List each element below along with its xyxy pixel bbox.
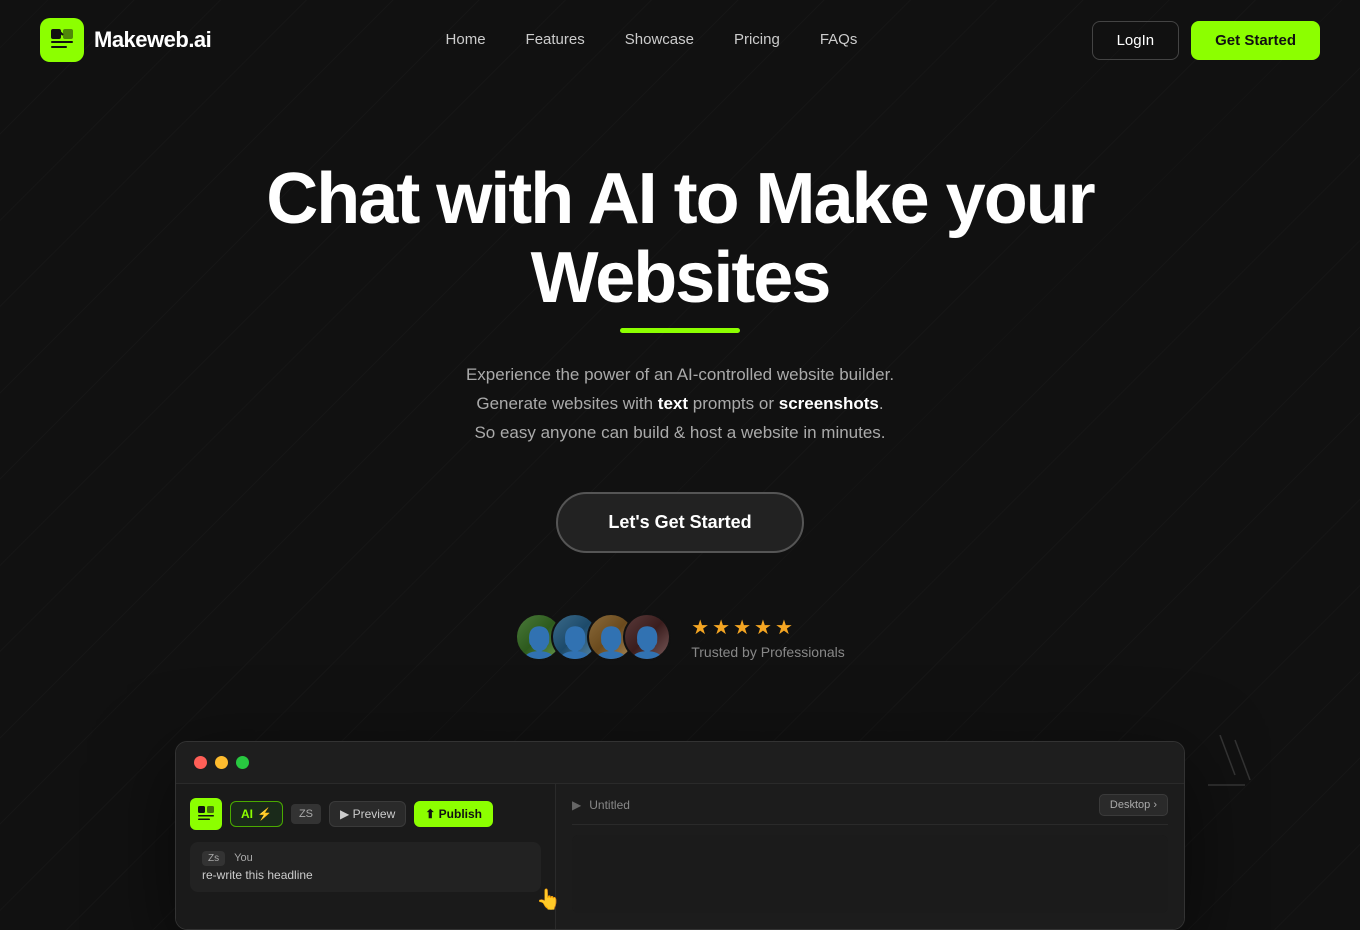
mockup-toolbar: AI ⚡ ZS ▶ Preview ⬆ Publish xyxy=(190,798,541,830)
window-minimize-dot xyxy=(215,756,228,769)
chat-area: Zs You re-write this headline 👆 xyxy=(190,842,541,892)
social-proof: ★ ★ ★ ★ ★ Trusted by Professionals xyxy=(515,613,845,661)
mockup-ai-btn[interactable]: AI ⚡ xyxy=(230,801,283,827)
mockup-content-area: AI ⚡ ZS ▶ Preview ⬆ Publish Zs You re-wr… xyxy=(176,784,1184,929)
star-rating: ★ ★ ★ ★ ★ xyxy=(691,615,845,640)
mockup-sidebar: AI ⚡ ZS ▶ Preview ⬆ Publish Zs You re-wr… xyxy=(176,784,556,929)
navbar: Makeweb.ai Home Features Showcase Pricin… xyxy=(0,0,1360,80)
nav-actions: LogIn Get Started xyxy=(1092,21,1320,60)
bold-screenshots: screenshots xyxy=(779,394,879,413)
star-5: ★ xyxy=(775,615,793,640)
trusted-text: Trusted by Professionals xyxy=(691,644,845,660)
star-2: ★ xyxy=(712,615,730,640)
chat-avatar-label: Zs You xyxy=(202,852,529,864)
title-underline xyxy=(620,328,740,333)
window-maximize-dot xyxy=(236,756,249,769)
preview-title-bar: ▶ Untitled xyxy=(572,798,630,812)
bold-text: text xyxy=(658,394,688,413)
nav-showcase[interactable]: Showcase xyxy=(625,31,694,48)
mockup-logo-btn xyxy=(190,798,222,830)
avatar-group xyxy=(515,613,671,661)
star-3: ★ xyxy=(733,615,751,640)
hero-subtitle: Experience the power of an AI-controlled… xyxy=(466,361,894,448)
brand-name: Makeweb.ai xyxy=(94,27,211,53)
deco-lines xyxy=(1180,735,1260,800)
logo-icon xyxy=(40,18,84,62)
nav-home[interactable]: Home xyxy=(446,31,486,48)
star-4: ★ xyxy=(754,615,772,640)
hero-title: Chat with AI to Make your Websites xyxy=(230,160,1130,333)
get-started-nav-button[interactable]: Get Started xyxy=(1191,21,1320,60)
avatar xyxy=(623,613,671,661)
rating-info: ★ ★ ★ ★ ★ Trusted by Professionals xyxy=(691,615,845,660)
star-1: ★ xyxy=(691,615,709,640)
cta-button[interactable]: Let's Get Started xyxy=(556,492,803,553)
cursor-hand-icon: 👆 xyxy=(536,887,561,912)
nav-features[interactable]: Features xyxy=(526,31,585,48)
window-close-dot xyxy=(194,756,207,769)
preview-desktop-btn[interactable]: Desktop › xyxy=(1099,794,1168,816)
chat-message: Zs You re-write this headline xyxy=(190,842,541,892)
nav-links: Home Features Showcase Pricing FAQs xyxy=(446,31,858,49)
logo-link[interactable]: Makeweb.ai xyxy=(40,18,211,62)
login-button[interactable]: LogIn xyxy=(1092,21,1180,60)
mockup-titlebar xyxy=(176,742,1184,784)
nav-faqs[interactable]: FAQs xyxy=(820,31,858,48)
hero-section: Chat with AI to Make your Websites Exper… xyxy=(0,80,1360,721)
mockup-publish-btn[interactable]: ⬆ Publish xyxy=(414,801,493,827)
mockup-preview-panel: ▶ Untitled Desktop › xyxy=(556,784,1184,929)
mockup-preview-btn[interactable]: ▶ Preview xyxy=(329,801,406,827)
preview-canvas xyxy=(572,835,1168,913)
mockup-preview-toolbar: ▶ Untitled Desktop › xyxy=(572,784,1168,825)
chat-text: re-write this headline xyxy=(202,868,529,882)
nav-pricing[interactable]: Pricing xyxy=(734,31,780,48)
app-mockup: AI ⚡ ZS ▶ Preview ⬆ Publish Zs You re-wr… xyxy=(175,741,1185,930)
mockup-zs-tag: ZS xyxy=(291,804,321,824)
